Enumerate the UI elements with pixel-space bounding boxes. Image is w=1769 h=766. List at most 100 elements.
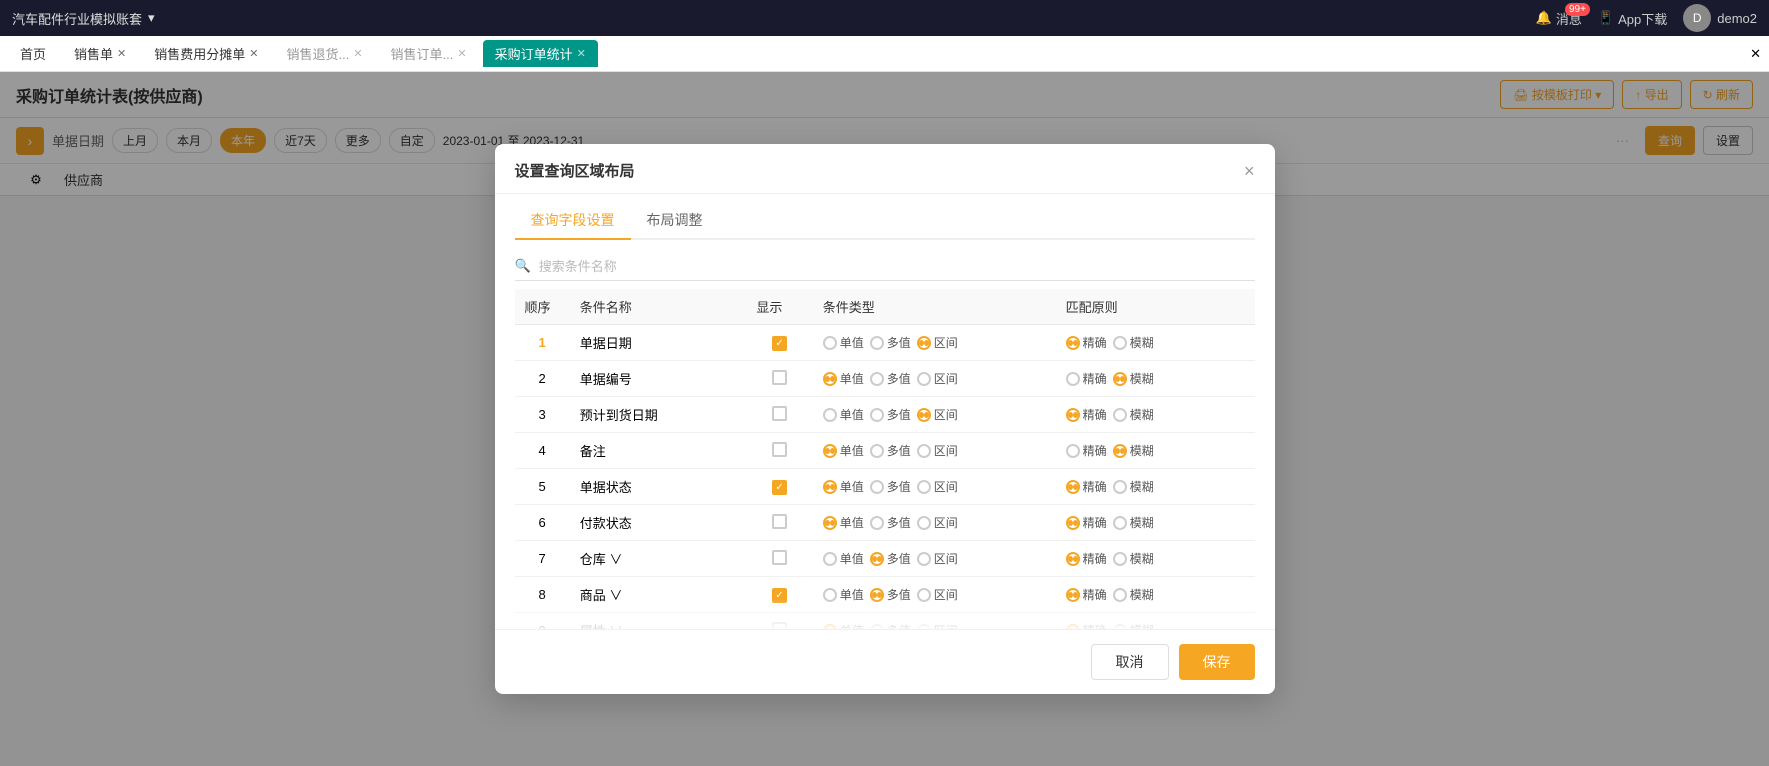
display-checkbox[interactable] (772, 514, 787, 529)
match-exact-radio[interactable]: 精确 (1066, 442, 1107, 459)
type-multi-radio[interactable]: 多值 (870, 550, 911, 567)
type-multi-radio[interactable]: 多值 (870, 622, 911, 629)
row-type-radios: 单值 多值 区间 (813, 613, 1056, 630)
table-row: 7仓库 ∨ 单值 多值 区间 精确 (515, 541, 1255, 577)
row-order: 1 (515, 325, 570, 361)
type-range-radio[interactable]: 区间 (917, 550, 958, 567)
match-exact-radio[interactable]: 精确 (1066, 514, 1107, 531)
type-multi-label: 多值 (887, 550, 911, 567)
type-single-radio[interactable]: 单值 (823, 622, 864, 629)
match-fuzzy-radio[interactable]: 模糊 (1113, 586, 1154, 603)
match-exact-radio[interactable]: 精确 (1066, 622, 1107, 629)
type-single-radio[interactable]: 单值 (823, 334, 864, 351)
tab-home[interactable]: 首页 (8, 40, 58, 67)
display-checkbox[interactable] (772, 588, 787, 603)
tab-sales4[interactable]: 销售订单... ✕ (379, 40, 479, 67)
row-condition-name: 商品 ∨ (570, 577, 747, 613)
match-exact-radio[interactable]: 精确 (1066, 586, 1107, 603)
match-exact-radio[interactable]: 精确 (1066, 370, 1107, 387)
type-single-radio[interactable]: 单值 (823, 478, 864, 495)
type-single-radio[interactable]: 单值 (823, 442, 864, 459)
type-range-radio[interactable]: 区间 (917, 514, 958, 531)
radio-circle-fuzzy (1113, 372, 1127, 386)
notification-area[interactable]: 🔔 消息 99+ (1536, 9, 1582, 28)
type-range-radio[interactable]: 区间 (917, 370, 958, 387)
type-multi-radio[interactable]: 多值 (870, 334, 911, 351)
dropdown-icon[interactable]: ▾ (148, 10, 155, 26)
type-multi-radio[interactable]: 多值 (870, 406, 911, 423)
type-single-radio[interactable]: 单值 (823, 586, 864, 603)
type-single-label: 单值 (840, 478, 864, 495)
tab-sales4-close[interactable]: ✕ (457, 47, 466, 60)
display-checkbox[interactable] (772, 370, 787, 385)
row-display-checkbox[interactable] (746, 469, 812, 505)
tab-sales3[interactable]: 销售退货... ✕ (274, 40, 374, 67)
type-single-radio[interactable]: 单值 (823, 370, 864, 387)
row-display-checkbox[interactable] (746, 613, 812, 630)
display-checkbox[interactable] (772, 550, 787, 565)
row-display-checkbox[interactable] (746, 433, 812, 469)
display-checkbox[interactable] (772, 622, 787, 630)
tab-sales-close[interactable]: ✕ (117, 47, 126, 60)
tab-bar-close[interactable]: ✕ (1750, 46, 1761, 62)
tab-purchase-stats-close[interactable]: ✕ (577, 47, 586, 60)
modal-tab-query-fields[interactable]: 查询字段设置 (515, 202, 631, 240)
match-fuzzy-radio[interactable]: 模糊 (1113, 370, 1154, 387)
type-range-radio[interactable]: 区间 (917, 586, 958, 603)
type-range-radio[interactable]: 区间 (917, 622, 958, 629)
modal-close-button[interactable]: × (1244, 162, 1255, 180)
app-download[interactable]: 📱 App下载 (1598, 9, 1667, 28)
display-checkbox[interactable] (772, 406, 787, 421)
tab-sales-expense-close[interactable]: ✕ (249, 47, 258, 60)
display-checkbox[interactable] (772, 480, 787, 495)
cancel-button[interactable]: 取消 (1091, 644, 1169, 680)
display-checkbox[interactable] (772, 336, 787, 351)
type-range-radio[interactable]: 区间 (917, 442, 958, 459)
match-fuzzy-label: 模糊 (1130, 622, 1154, 629)
row-display-checkbox[interactable] (746, 397, 812, 433)
row-display-checkbox[interactable] (746, 505, 812, 541)
tab-purchase-stats[interactable]: 采购订单统计 ✕ (483, 40, 598, 67)
match-fuzzy-radio[interactable]: 模糊 (1113, 478, 1154, 495)
type-single-radio[interactable]: 单值 (823, 550, 864, 567)
type-multi-radio[interactable]: 多值 (870, 370, 911, 387)
match-fuzzy-radio[interactable]: 模糊 (1113, 442, 1154, 459)
type-multi-label: 多值 (887, 514, 911, 531)
type-multi-radio[interactable]: 多值 (870, 478, 911, 495)
row-display-checkbox[interactable] (746, 325, 812, 361)
tab-sales3-close[interactable]: ✕ (353, 47, 362, 60)
row-display-checkbox[interactable] (746, 361, 812, 397)
row-condition-name: 付款状态 (570, 505, 747, 541)
type-range-radio[interactable]: 区间 (917, 478, 958, 495)
match-radio-group: 精确 模糊 (1066, 370, 1245, 387)
match-fuzzy-radio[interactable]: 模糊 (1113, 622, 1154, 629)
match-exact-radio[interactable]: 精确 (1066, 550, 1107, 567)
match-fuzzy-radio[interactable]: 模糊 (1113, 334, 1154, 351)
tab-sales-expense[interactable]: 销售费用分摊单 ✕ (142, 40, 270, 67)
match-fuzzy-radio[interactable]: 模糊 (1113, 514, 1154, 531)
type-single-radio[interactable]: 单值 (823, 406, 864, 423)
type-multi-radio[interactable]: 多值 (870, 514, 911, 531)
modal-search-input[interactable] (539, 259, 1255, 274)
type-single-radio[interactable]: 单值 (823, 514, 864, 531)
type-multi-radio[interactable]: 多值 (870, 586, 911, 603)
tab-sales[interactable]: 销售单 ✕ (62, 40, 138, 67)
match-fuzzy-radio[interactable]: 模糊 (1113, 550, 1154, 567)
match-exact-radio[interactable]: 精确 (1066, 334, 1107, 351)
row-display-checkbox[interactable] (746, 577, 812, 613)
match-exact-radio[interactable]: 精确 (1066, 406, 1107, 423)
match-exact-radio[interactable]: 精确 (1066, 478, 1107, 495)
type-radio-group: 单值 多值 区间 (823, 334, 1046, 351)
user-area[interactable]: D demo2 (1683, 4, 1757, 32)
type-range-radio[interactable]: 区间 (917, 334, 958, 351)
th-type: 条件类型 (813, 289, 1056, 325)
display-checkbox[interactable] (772, 442, 787, 457)
save-button[interactable]: 保存 (1179, 644, 1255, 680)
type-multi-radio[interactable]: 多值 (870, 442, 911, 459)
type-range-radio[interactable]: 区间 (917, 406, 958, 423)
modal-tab-layout[interactable]: 布局调整 (631, 202, 719, 240)
row-order: 6 (515, 505, 570, 541)
row-display-checkbox[interactable] (746, 541, 812, 577)
match-radio-group: 精确 模糊 (1066, 550, 1245, 567)
match-fuzzy-radio[interactable]: 模糊 (1113, 406, 1154, 423)
